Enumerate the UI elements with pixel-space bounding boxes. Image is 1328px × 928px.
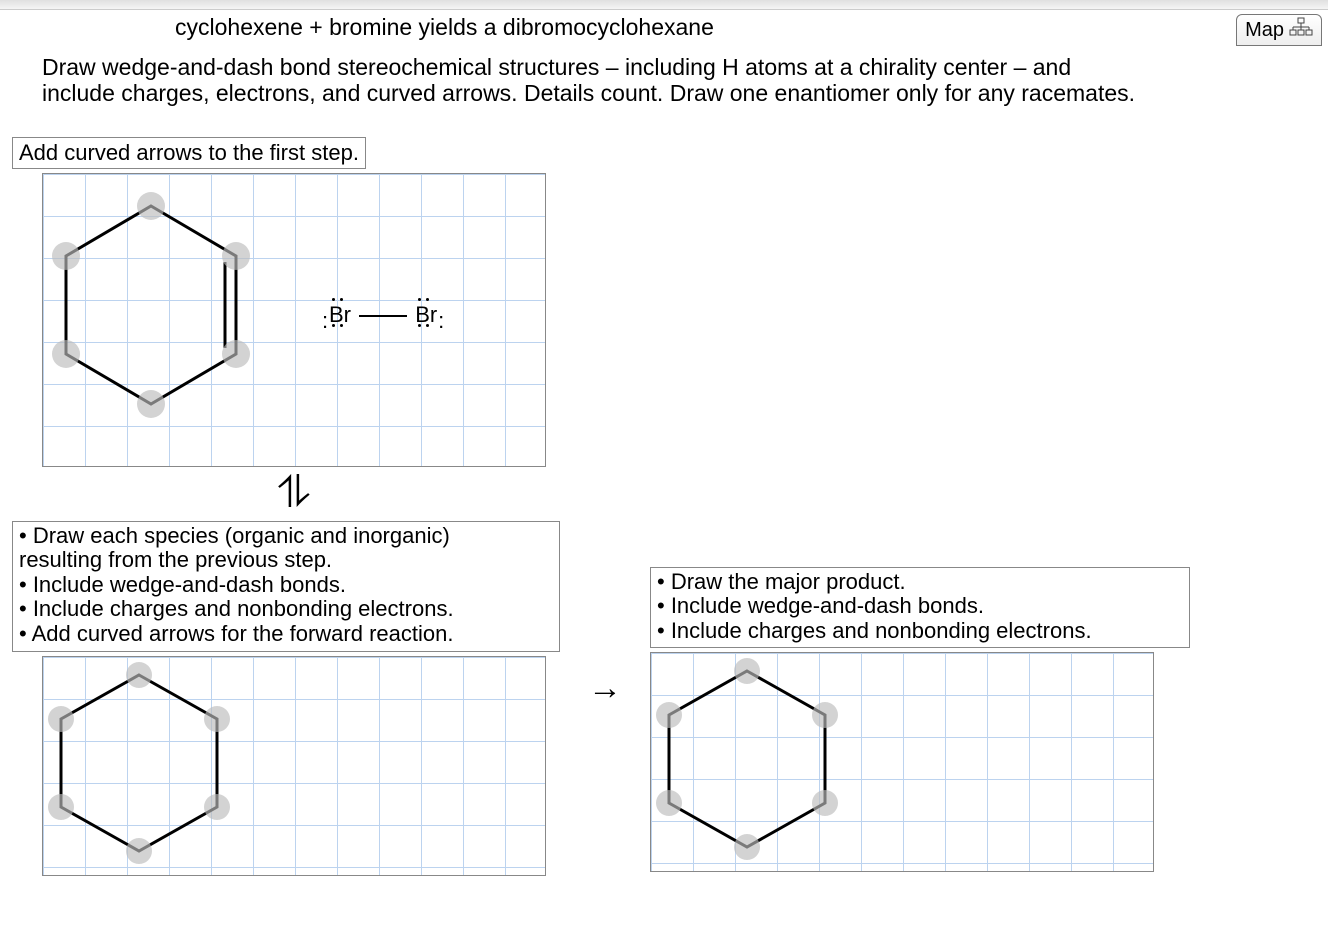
forward-arrow: → bbox=[588, 669, 622, 708]
step2-bullet-1b: resulting from the previous step. bbox=[19, 548, 553, 573]
cyclohexane-skeleton-2 bbox=[39, 657, 279, 877]
content-area: cyclohexene + bromine yields a dibromocy… bbox=[0, 14, 1328, 876]
window-top-bevel bbox=[0, 0, 1328, 10]
step2-bullet-2: • Include wedge-and-dash bonds. bbox=[19, 573, 553, 598]
br-br-bond bbox=[359, 315, 407, 317]
br-atom-left: : Br bbox=[329, 302, 351, 328]
step2-bullet-4: • Add curved arrows for the forward reac… bbox=[19, 622, 553, 647]
instruction-line-1: Draw wedge-and-dash bond stereochemical … bbox=[42, 55, 1268, 81]
step3-bullet-1: • Draw the major product. bbox=[657, 570, 1183, 595]
main-instructions: Draw wedge-and-dash bond stereochemical … bbox=[42, 55, 1268, 107]
step2-bullet-1a: • Draw each species (organic and inorgan… bbox=[19, 524, 553, 549]
step2-instruction-box: • Draw each species (organic and inorgan… bbox=[12, 521, 560, 652]
cyclohexene-structure bbox=[41, 186, 301, 446]
drawing-canvas-step1[interactable]: : Br Br : bbox=[42, 173, 546, 467]
step1-label: Add curved arrows to the first step. bbox=[19, 140, 359, 165]
drawing-canvas-step3[interactable] bbox=[650, 652, 1154, 872]
step3-bullet-2: • Include wedge-and-dash bonds. bbox=[657, 594, 1183, 619]
drawing-canvas-step2[interactable] bbox=[42, 656, 546, 876]
reaction-title: cyclohexene + bromine yields a dibromocy… bbox=[175, 14, 1308, 41]
br-atom-right: Br : bbox=[415, 302, 437, 328]
equilibrium-arrow: ⥮ bbox=[278, 471, 1308, 515]
step3-bullet-3: • Include charges and nonbonding electro… bbox=[657, 619, 1183, 644]
instruction-line-2: include charges, electrons, and curved a… bbox=[42, 81, 1268, 107]
step2-bullet-3: • Include charges and nonbonding electro… bbox=[19, 597, 553, 622]
cyclohexane-skeleton-3 bbox=[647, 653, 887, 873]
step3-instruction-box: • Draw the major product. • Include wedg… bbox=[650, 567, 1190, 649]
bromine-molecule: : Br Br : bbox=[329, 302, 437, 328]
step1-label-box: Add curved arrows to the first step. bbox=[12, 137, 366, 169]
